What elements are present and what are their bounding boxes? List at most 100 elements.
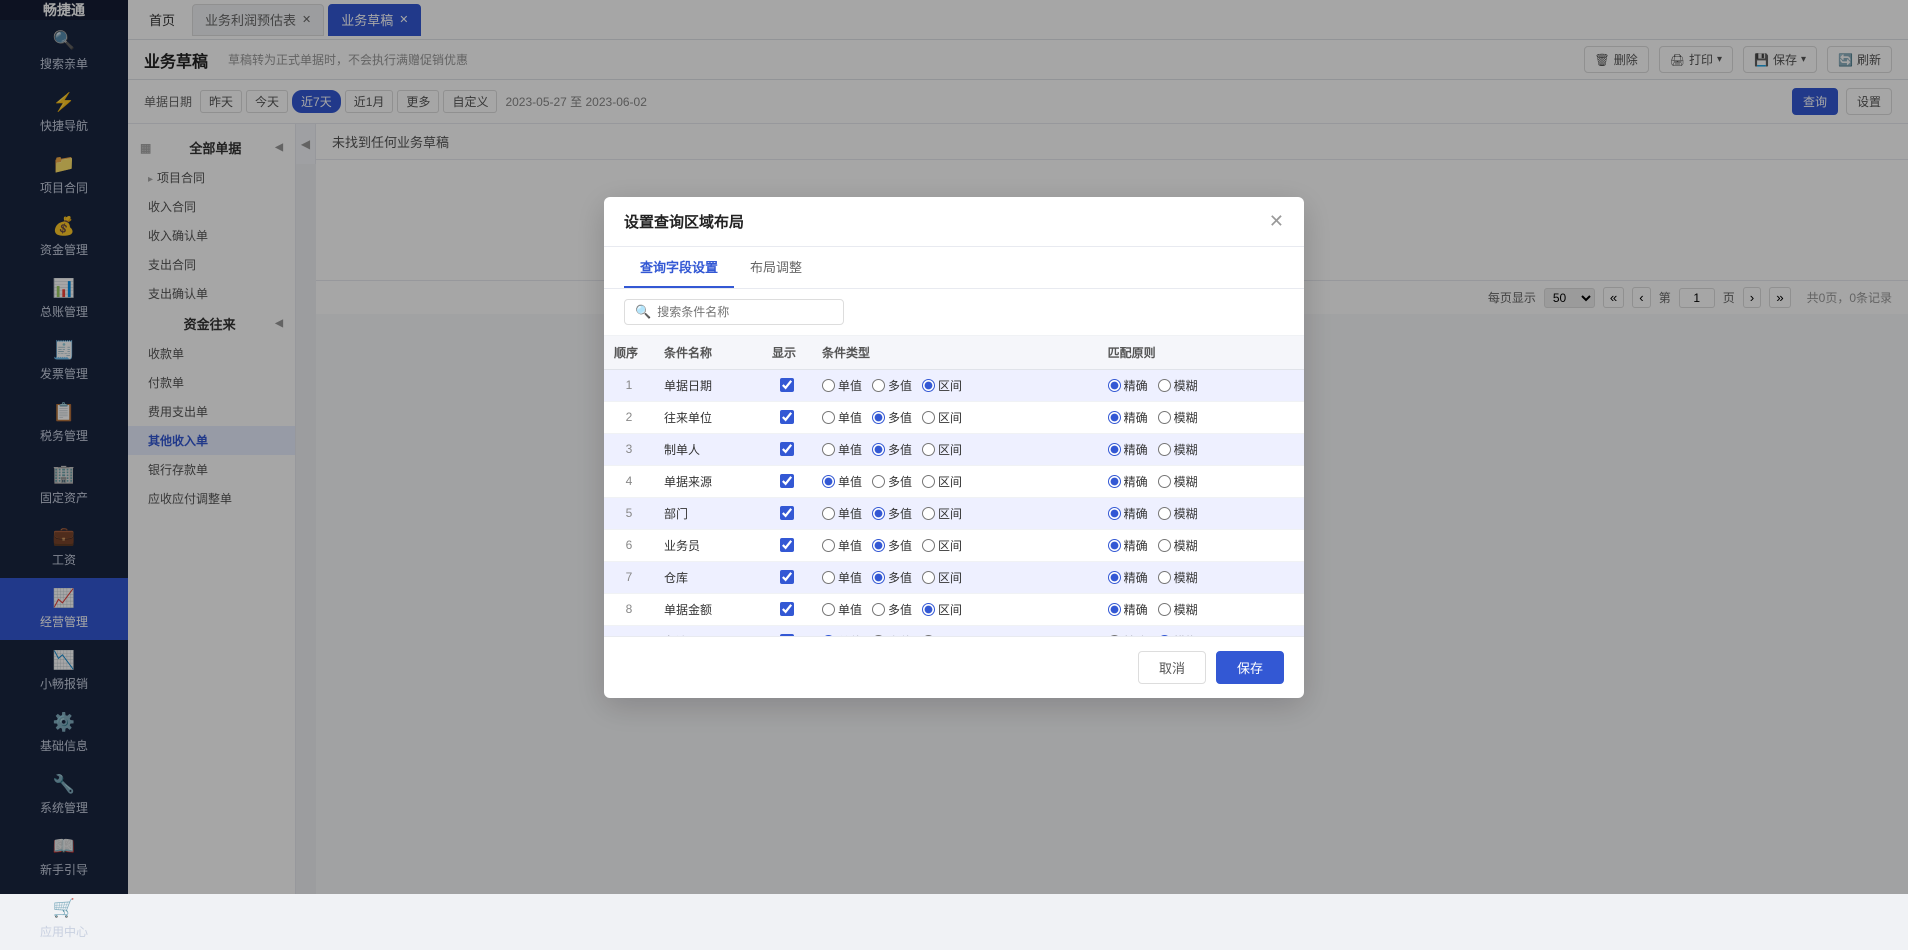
- radio-type-range-4[interactable]: 区间: [922, 505, 962, 522]
- radio-match-exact-6[interactable]: 精确: [1108, 569, 1148, 586]
- modal-title: 设置查询区域布局: [624, 211, 744, 232]
- sidebar-icon-appstore: 🛒: [53, 898, 75, 919]
- modal-th-顺序: 顺序: [604, 336, 654, 370]
- modal-tabs: 查询字段设置布局调整: [604, 247, 1304, 289]
- radio-type-single-0[interactable]: 单值: [822, 377, 862, 394]
- radio-type-multi-4[interactable]: 多值: [872, 505, 912, 522]
- modal-header: 设置查询区域布局 ✕: [604, 197, 1304, 247]
- checkbox-show-7[interactable]: [780, 602, 794, 616]
- row-show-2[interactable]: [762, 433, 812, 465]
- radio-type-range-5[interactable]: 区间: [922, 537, 962, 554]
- row-type-1[interactable]: 单值多值区间: [812, 401, 1098, 433]
- checkbox-show-2[interactable]: [780, 442, 794, 456]
- row-type-4[interactable]: 单值多值区间: [812, 497, 1098, 529]
- radio-match-exact-3[interactable]: 精确: [1108, 473, 1148, 490]
- radio-type-single-1[interactable]: 单值: [822, 409, 862, 426]
- radio-type-multi-7[interactable]: 多值: [872, 601, 912, 618]
- row-match-6[interactable]: 精确模糊: [1098, 561, 1304, 593]
- row-type-8[interactable]: 单值多值区间: [812, 625, 1098, 636]
- row-order-2: 3: [604, 433, 654, 465]
- row-match-3[interactable]: 精确模糊: [1098, 465, 1304, 497]
- row-show-8[interactable]: [762, 625, 812, 636]
- row-match-0[interactable]: 精确模糊: [1098, 369, 1304, 401]
- radio-type-single-3[interactable]: 单值: [822, 473, 862, 490]
- radio-match-exact-5[interactable]: 精确: [1108, 537, 1148, 554]
- radio-match-fuzzy-2[interactable]: 模糊: [1158, 441, 1198, 458]
- checkbox-show-5[interactable]: [780, 538, 794, 552]
- row-match-7[interactable]: 精确模糊: [1098, 593, 1304, 625]
- radio-type-multi-6[interactable]: 多值: [872, 569, 912, 586]
- radio-match-exact-2[interactable]: 精确: [1108, 441, 1148, 458]
- radio-type-multi-0[interactable]: 多值: [872, 377, 912, 394]
- sidebar-item-appstore[interactable]: 🛒 应用中心: [0, 888, 128, 950]
- row-match-1[interactable]: 精确模糊: [1098, 401, 1304, 433]
- search-input-wrap: 🔍: [624, 299, 844, 325]
- row-show-5[interactable]: [762, 529, 812, 561]
- radio-type-multi-3[interactable]: 多值: [872, 473, 912, 490]
- row-match-8[interactable]: 精确模糊: [1098, 625, 1304, 636]
- radio-type-single-6[interactable]: 单值: [822, 569, 862, 586]
- row-order-7: 8: [604, 593, 654, 625]
- search-input[interactable]: [657, 305, 833, 319]
- modal-th-条件名称: 条件名称: [654, 336, 762, 370]
- row-type-2[interactable]: 单值多值区间: [812, 433, 1098, 465]
- checkbox-show-0[interactable]: [780, 378, 794, 392]
- modal-tab-query-fields[interactable]: 查询字段设置: [624, 247, 734, 288]
- radio-type-range-1[interactable]: 区间: [922, 409, 962, 426]
- modal-table-body: 1单据日期单值多值区间精确模糊2往来单位单值多值区间精确模糊3制单人单值多值区间…: [604, 369, 1304, 636]
- radio-match-exact-4[interactable]: 精确: [1108, 505, 1148, 522]
- radio-type-range-0[interactable]: 区间: [922, 377, 962, 394]
- radio-type-single-7[interactable]: 单值: [822, 601, 862, 618]
- cancel-button[interactable]: 取消: [1138, 651, 1206, 684]
- radio-type-range-2[interactable]: 区间: [922, 441, 962, 458]
- radio-type-single-2[interactable]: 单值: [822, 441, 862, 458]
- modal-close-button[interactable]: ✕: [1269, 211, 1284, 232]
- row-match-4[interactable]: 精确模糊: [1098, 497, 1304, 529]
- radio-match-fuzzy-0[interactable]: 模糊: [1158, 377, 1198, 394]
- row-show-1[interactable]: [762, 401, 812, 433]
- row-type-7[interactable]: 单值多值区间: [812, 593, 1098, 625]
- modal-tab-layout[interactable]: 布局调整: [734, 247, 818, 288]
- row-match-2[interactable]: 精确模糊: [1098, 433, 1304, 465]
- row-type-3[interactable]: 单值多值区间: [812, 465, 1098, 497]
- sidebar-label-appstore: 应用中心: [40, 923, 88, 940]
- save-button[interactable]: 保存: [1216, 651, 1284, 684]
- row-show-4[interactable]: [762, 497, 812, 529]
- radio-match-fuzzy-4[interactable]: 模糊: [1158, 505, 1198, 522]
- radio-type-single-4[interactable]: 单值: [822, 505, 862, 522]
- radio-type-range-3[interactable]: 区间: [922, 473, 962, 490]
- radio-match-exact-7[interactable]: 精确: [1108, 601, 1148, 618]
- checkbox-show-4[interactable]: [780, 506, 794, 520]
- radio-type-multi-2[interactable]: 多值: [872, 441, 912, 458]
- radio-match-fuzzy-6[interactable]: 模糊: [1158, 569, 1198, 586]
- radio-type-range-7[interactable]: 区间: [922, 601, 962, 618]
- row-show-3[interactable]: [762, 465, 812, 497]
- row-name-4: 部门: [654, 497, 762, 529]
- row-name-0: 单据日期: [654, 369, 762, 401]
- radio-match-fuzzy-1[interactable]: 模糊: [1158, 409, 1198, 426]
- row-order-0: 1: [604, 369, 654, 401]
- row-match-5[interactable]: 精确模糊: [1098, 529, 1304, 561]
- checkbox-show-3[interactable]: [780, 474, 794, 488]
- checkbox-show-6[interactable]: [780, 570, 794, 584]
- radio-match-fuzzy-3[interactable]: 模糊: [1158, 473, 1198, 490]
- radio-match-exact-1[interactable]: 精确: [1108, 409, 1148, 426]
- row-type-0[interactable]: 单值多值区间: [812, 369, 1098, 401]
- row-name-3: 单据来源: [654, 465, 762, 497]
- row-show-7[interactable]: [762, 593, 812, 625]
- checkbox-show-1[interactable]: [780, 410, 794, 424]
- radio-match-exact-0[interactable]: 精确: [1108, 377, 1148, 394]
- row-type-6[interactable]: 单值多值区间: [812, 561, 1098, 593]
- radio-type-multi-5[interactable]: 多值: [872, 537, 912, 554]
- radio-match-fuzzy-7[interactable]: 模糊: [1158, 601, 1198, 618]
- radio-type-single-5[interactable]: 单值: [822, 537, 862, 554]
- modal-table-header: 顺序条件名称显示条件类型匹配原则: [604, 336, 1304, 370]
- modal-th-条件类型: 条件类型: [812, 336, 1098, 370]
- row-type-5[interactable]: 单值多值区间: [812, 529, 1098, 561]
- row-show-6[interactable]: [762, 561, 812, 593]
- radio-match-fuzzy-5[interactable]: 模糊: [1158, 537, 1198, 554]
- radio-type-multi-1[interactable]: 多值: [872, 409, 912, 426]
- radio-type-range-6[interactable]: 区间: [922, 569, 962, 586]
- table-row: 4单据来源单值多值区间精确模糊: [604, 465, 1304, 497]
- row-show-0[interactable]: [762, 369, 812, 401]
